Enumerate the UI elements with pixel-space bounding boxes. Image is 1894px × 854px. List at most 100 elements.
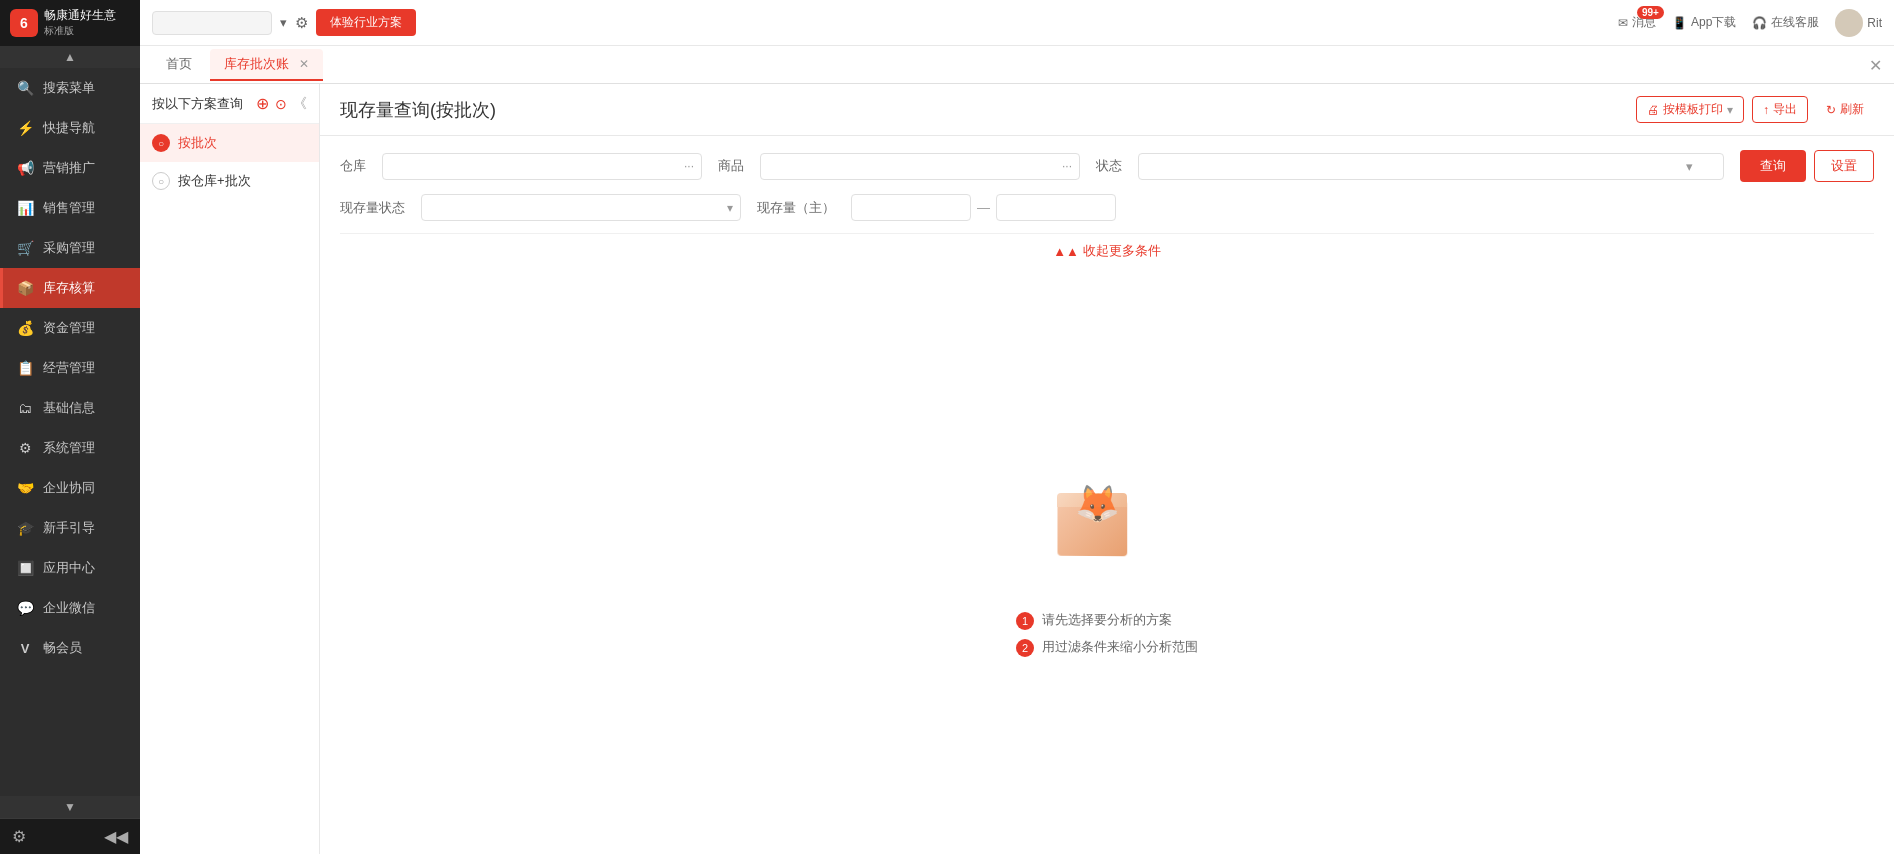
goods-input-wrap: ··· [760,153,1080,180]
print-dropdown-icon[interactable]: ▾ [1727,103,1733,117]
topbar-gear-icon[interactable]: ⚙ [295,14,308,32]
online-service-button[interactable]: 🎧 在线客服 [1752,14,1819,31]
status-select-wrap: ▾ [1138,153,1724,180]
sidebar-item-wechat[interactable]: 💬 企业微信 [0,588,140,628]
collapse-sidebar-icon[interactable]: ◀◀ [104,827,128,846]
collapse-up-icon: ▲▲ [1053,244,1079,259]
purchase-icon: 🛒 [15,238,35,258]
inventory-qty-min-input[interactable] [851,194,971,221]
filter-row-1: 仓库 ··· 商品 ··· 状态 ▾ [340,150,1874,182]
inventory-qty-label: 现存量（主） [757,199,835,217]
sidebar-nav: 🔍 搜索菜单 ⚡ 快捷导航 📢 营销推广 📊 销售管理 🛒 采购管理 📦 库存核… [0,68,140,796]
sidebar-item-apps[interactable]: 🔲 应用中心 [0,548,140,588]
content-area: 按以下方案查询 ⊕ ⊙ 《 ○ 按批次 ○ 按仓库+批次 现存量查询(按批次) [140,84,1894,854]
sidebar: 6 畅康通好生意 标准版 ▲ 🔍 搜索菜单 ⚡ 快捷导航 📢 营销推广 📊 销售… [0,0,140,854]
warehouse-input[interactable] [382,153,702,180]
app-version: 标准版 [44,24,116,38]
collapse-panel-icon[interactable]: 《 [293,95,307,113]
refresh-button[interactable]: ↻ 刷新 [1816,97,1874,122]
hint-item-1: 1 请先选择要分析的方案 [1016,611,1198,630]
hint-num-2: 2 [1016,639,1034,657]
add-plan-icon[interactable]: ⊕ [256,94,269,113]
inventory-qty-max-input[interactable] [996,194,1116,221]
status-select[interactable]: ▾ [1138,153,1724,180]
inventory-icon: 📦 [15,278,35,298]
export-button[interactable]: ↑ 导出 [1752,96,1808,123]
sidebar-item-basic[interactable]: 🗂 基础信息 [0,388,140,428]
warehouse-label: 仓库 [340,157,366,175]
goods-label: 商品 [718,157,744,175]
sidebar-item-inventory[interactable]: 📦 库存核算 [0,268,140,308]
sidebar-item-finance[interactable]: 💰 资金管理 [0,308,140,348]
sidebar-header: 6 畅康通好生意 标准版 [0,0,140,46]
settings-filter-button[interactable]: 设置 [1814,150,1874,182]
system-icon: ⚙ [15,438,35,458]
trial-button[interactable]: 体验行业方案 [316,9,416,36]
empty-hints: 1 请先选择要分析的方案 2 用过滤条件来缩小分析范围 [1016,611,1198,657]
messages-button[interactable]: ✉ 消息 99+ [1618,14,1656,31]
sales-icon: 📊 [15,198,35,218]
guide-icon: 🎓 [15,518,35,538]
export-icon: ↑ [1763,103,1769,117]
collapse-filter-button[interactable]: ▲▲ 收起更多条件 [340,233,1874,268]
settings-footer-icon[interactable]: ⚙ [12,827,26,846]
warehouse-input-wrap: ··· [382,153,702,180]
query-button[interactable]: 查询 [1740,150,1806,182]
inventory-qty-range: — [851,194,1116,221]
sidebar-item-quick-nav[interactable]: ⚡ 快捷导航 [0,108,140,148]
left-panel-header: 按以下方案查询 ⊕ ⊙ 《 [140,84,319,124]
plan-item-by-batch[interactable]: ○ 按批次 [140,124,319,162]
topbar-search-input[interactable] [152,11,272,35]
plan-item-by-warehouse-batch[interactable]: ○ 按仓库+批次 [140,162,319,200]
print-button[interactable]: 🖨 按模板打印 ▾ [1636,96,1744,123]
sidebar-item-members[interactable]: V 畅会员 [0,628,140,668]
sidebar-item-sales[interactable]: 📊 销售管理 [0,188,140,228]
tab-inventory-batch[interactable]: 库存批次账 ✕ [210,49,323,81]
plan-inactive-dot: ○ [152,172,170,190]
left-panel-actions: ⊕ ⊙ 《 [256,94,307,113]
status-label: 状态 [1096,157,1122,175]
sidebar-footer: ⚙ ◀◀ [0,818,140,854]
sidebar-scroll-down[interactable]: ▼ [0,796,140,818]
goods-input-more-icon[interactable]: ··· [1062,159,1072,173]
topbar-right: ✉ 消息 99+ 📱 App下载 🎧 在线客服 Rit [1618,9,1882,37]
topbar: ▾ ⚙ 体验行业方案 ✉ 消息 99+ 📱 App下载 🎧 在线客服 Rit [140,0,1894,46]
tabbar-close-icon[interactable]: ✕ [1869,55,1882,74]
apps-icon: 🔲 [15,558,35,578]
app-download-icon: 📱 [1672,16,1687,30]
enterprise-icon: 🤝 [15,478,35,498]
sidebar-item-purchase[interactable]: 🛒 采购管理 [0,228,140,268]
plan-active-dot: ○ [152,134,170,152]
goods-input[interactable] [760,153,1080,180]
user-profile-button[interactable]: Rit [1835,9,1882,37]
quick-nav-icon: ⚡ [15,118,35,138]
hint-item-2: 2 用过滤条件来缩小分析范围 [1016,638,1198,657]
filter-area: 仓库 ··· 商品 ··· 状态 ▾ [320,136,1894,274]
plan-settings-icon[interactable]: ⊙ [275,96,287,112]
inventory-status-select[interactable] [421,194,741,221]
sidebar-item-marketing[interactable]: 📢 营销推广 [0,148,140,188]
sidebar-item-enterprise[interactable]: 🤝 企业协同 [0,468,140,508]
sidebar-scroll-up[interactable]: ▲ [0,46,140,68]
finance-icon: 💰 [15,318,35,338]
topbar-dropdown-icon[interactable]: ▾ [280,15,287,30]
sidebar-item-operations[interactable]: 📋 经营管理 [0,348,140,388]
basic-icon: 🗂 [15,398,35,418]
user-avatar [1835,9,1863,37]
sidebar-item-search[interactable]: 🔍 搜索菜单 [0,68,140,108]
tabbar: 首页 库存批次账 ✕ ✕ [140,46,1894,84]
members-icon: V [15,638,35,658]
tab-home[interactable]: 首页 [152,49,206,81]
operations-icon: 📋 [15,358,35,378]
left-panel-title: 按以下方案查询 [152,95,243,113]
messages-icon: ✉ [1618,16,1628,30]
filter-row-2: 现存量状态 ▾ 现存量（主） — [340,194,1874,221]
empty-state: 🦊 1 请先选择要分析的方案 2 用过滤条件来缩小分析范围 [320,274,1894,854]
sidebar-item-system[interactable]: ⚙ 系统管理 [0,428,140,468]
inventory-status-label: 现存量状态 [340,199,405,217]
tab-close-icon[interactable]: ✕ [299,57,309,71]
warehouse-input-more-icon[interactable]: ··· [684,159,694,173]
app-download-button[interactable]: 📱 App下载 [1672,14,1736,31]
app-name: 畅康通好生意 [44,8,116,24]
sidebar-item-guide[interactable]: 🎓 新手引导 [0,508,140,548]
